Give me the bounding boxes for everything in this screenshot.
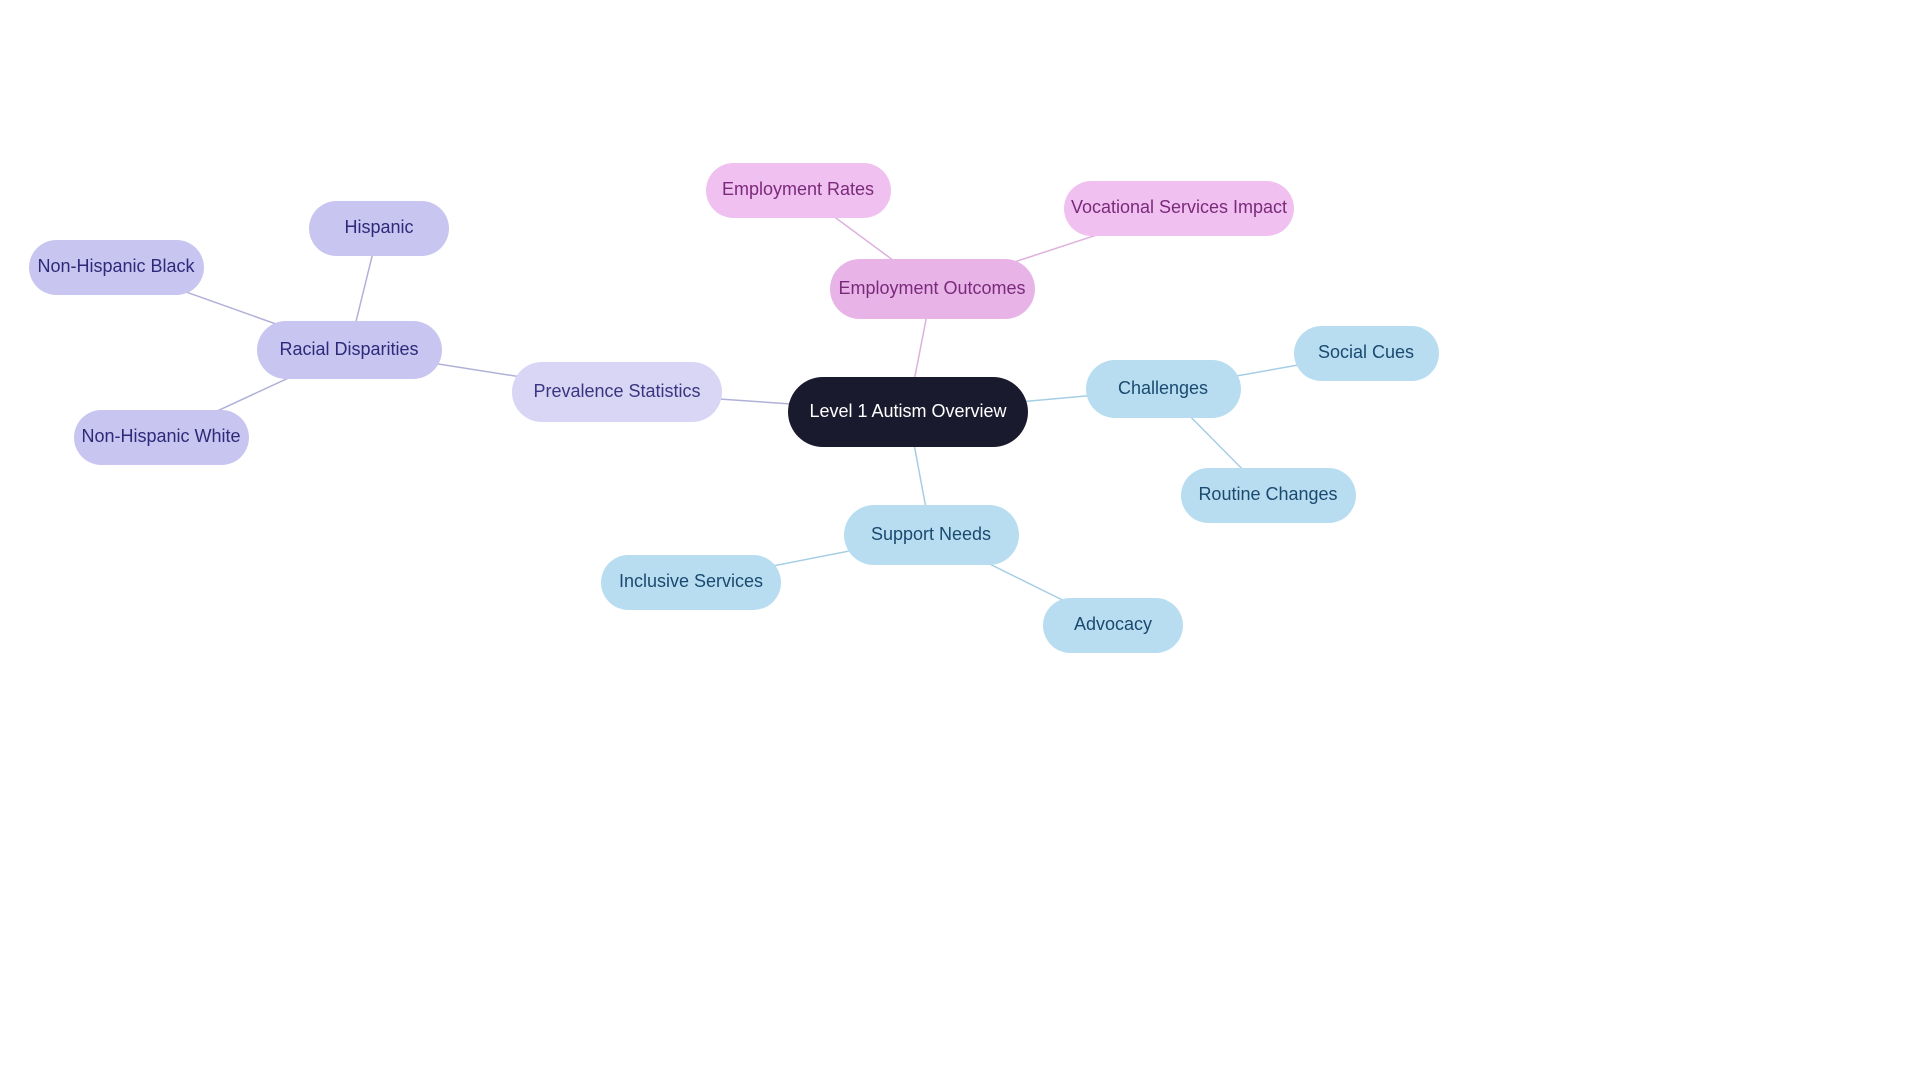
non-hispanic-white-node[interactable]: Non-Hispanic White bbox=[74, 410, 249, 465]
challenges-label: Challenges bbox=[1118, 377, 1208, 400]
employment-outcomes-node[interactable]: Employment Outcomes bbox=[830, 259, 1035, 319]
non-hispanic-black-label: Non-Hispanic Black bbox=[37, 255, 194, 278]
center-node-label: Level 1 Autism Overview bbox=[809, 400, 1006, 423]
employment-rates-label: Employment Rates bbox=[722, 178, 874, 201]
support-needs-node[interactable]: Support Needs bbox=[844, 505, 1019, 565]
inclusive-services-node[interactable]: Inclusive Services bbox=[601, 555, 781, 610]
inclusive-services-label: Inclusive Services bbox=[619, 570, 763, 593]
racial-disparities-node[interactable]: Racial Disparities bbox=[257, 321, 442, 379]
non-hispanic-black-node[interactable]: Non-Hispanic Black bbox=[29, 240, 204, 295]
hispanic-label: Hispanic bbox=[344, 216, 413, 239]
non-hispanic-white-label: Non-Hispanic White bbox=[81, 425, 240, 448]
vocational-services-impact-label: Vocational Services Impact bbox=[1071, 196, 1287, 219]
prevalence-statistics-node[interactable]: Prevalence Statistics bbox=[512, 362, 722, 422]
routine-changes-label: Routine Changes bbox=[1198, 483, 1337, 506]
routine-changes-node[interactable]: Routine Changes bbox=[1181, 468, 1356, 523]
social-cues-label: Social Cues bbox=[1318, 341, 1414, 364]
prevalence-statistics-label: Prevalence Statistics bbox=[533, 380, 700, 403]
challenges-node[interactable]: Challenges bbox=[1086, 360, 1241, 418]
advocacy-label: Advocacy bbox=[1074, 613, 1152, 636]
hispanic-node[interactable]: Hispanic bbox=[309, 201, 449, 256]
employment-outcomes-label: Employment Outcomes bbox=[838, 277, 1025, 300]
social-cues-node[interactable]: Social Cues bbox=[1294, 326, 1439, 381]
racial-disparities-label: Racial Disparities bbox=[279, 338, 418, 361]
advocacy-node[interactable]: Advocacy bbox=[1043, 598, 1183, 653]
center-node[interactable]: Level 1 Autism Overview bbox=[788, 377, 1028, 447]
vocational-services-impact-node[interactable]: Vocational Services Impact bbox=[1064, 181, 1294, 236]
support-needs-label: Support Needs bbox=[871, 523, 991, 546]
employment-rates-node[interactable]: Employment Rates bbox=[706, 163, 891, 218]
